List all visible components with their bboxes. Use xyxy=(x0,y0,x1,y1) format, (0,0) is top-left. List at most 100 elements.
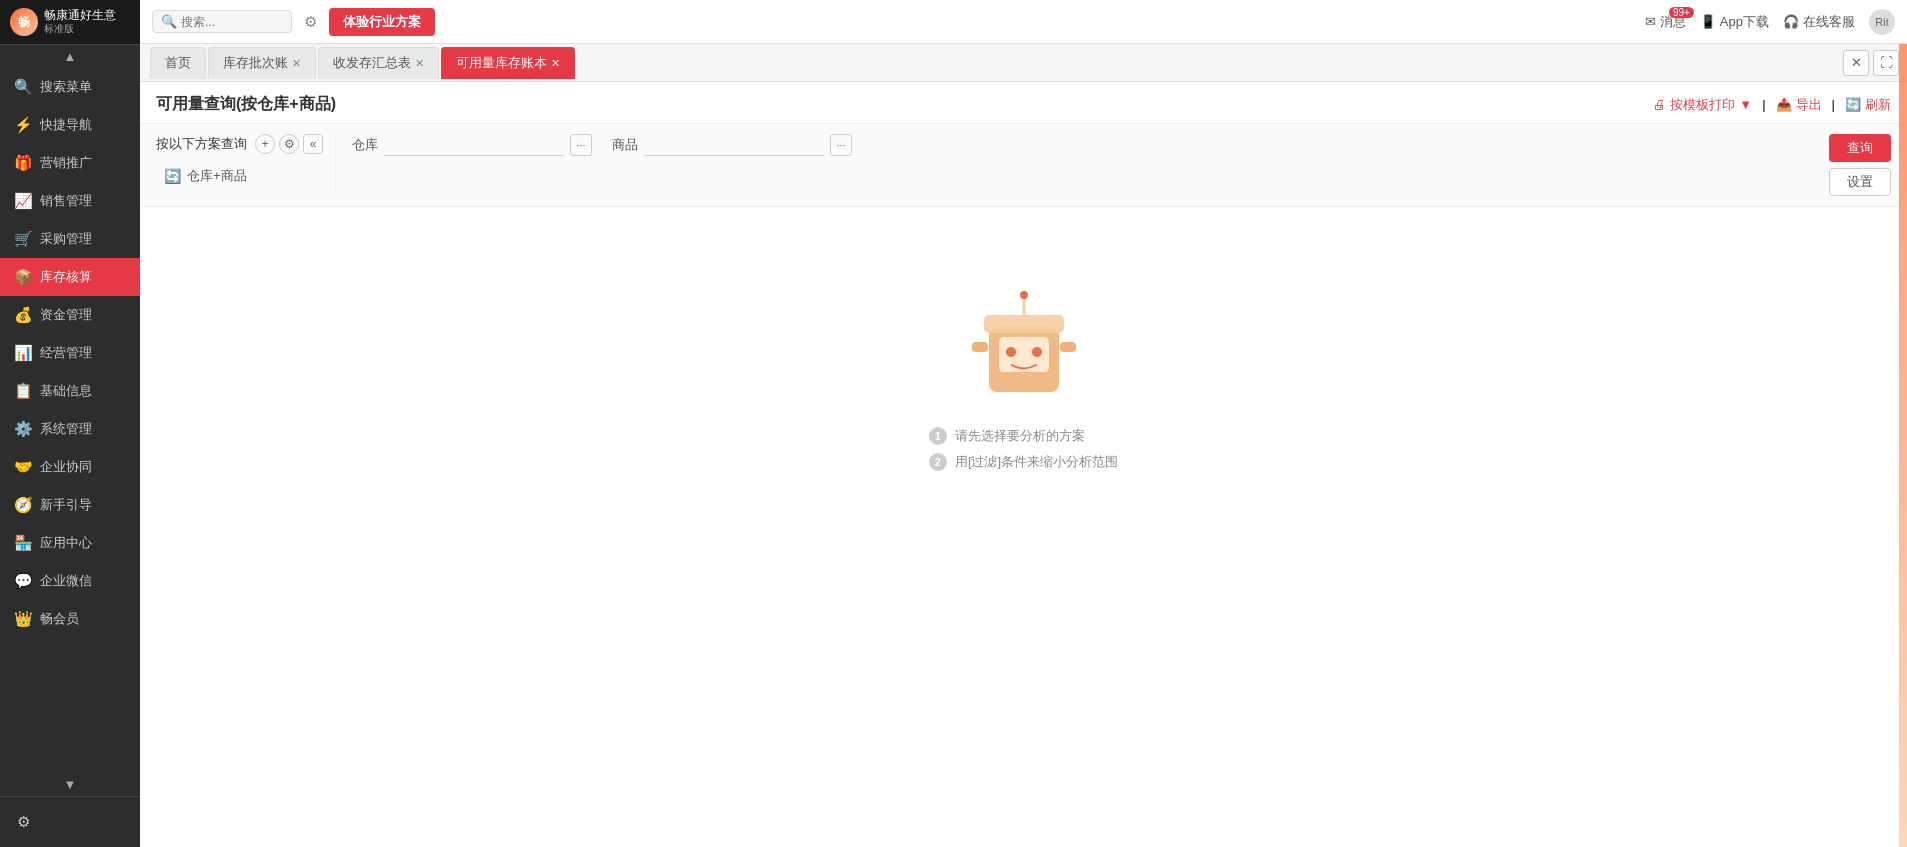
right-scrollbar[interactable] xyxy=(1899,44,1907,847)
messages-badge: 99+ xyxy=(1669,7,1694,18)
tab-batch-account-close[interactable]: ✕ xyxy=(292,57,301,70)
print-dropdown-icon[interactable]: ▼ xyxy=(1739,97,1752,112)
topbar-search-box[interactable]: 🔍 xyxy=(152,10,292,33)
sidebar-item-wechat[interactable]: 💬 企业微信 xyxy=(0,562,140,600)
messages-btn[interactable]: ✉ 消息 99+ xyxy=(1645,13,1686,31)
sidebar-item-label-shortcut: 快捷导航 xyxy=(40,116,92,134)
sidebar-item-settings-bottom[interactable]: ⚙ xyxy=(0,803,140,841)
empty-hint-2: 2 用[过滤]条件来缩小分析范围 xyxy=(929,453,1118,471)
ops-mgmt-icon: 📊 xyxy=(14,344,32,362)
page-content: 可用量查询(按仓库+商品) 🖨 按模板打印 ▼ | 📤 导出 | 🔄 刷新 xyxy=(140,82,1907,847)
empty-state: 1 请先选择要分析的方案 2 用[过滤]条件来缩小分析范围 xyxy=(140,207,1907,551)
sidebar-item-label-basic-info: 基础信息 xyxy=(40,382,92,400)
sidebar-item-inventory[interactable]: 📦 库存核算 xyxy=(0,258,140,296)
svg-rect-5 xyxy=(972,342,988,352)
warehouse-more-btn[interactable]: ··· xyxy=(570,134,592,156)
hint-num-1: 1 xyxy=(929,427,947,445)
headset-icon: 🎧 xyxy=(1783,14,1799,29)
purchase-mgmt-icon: 🛒 xyxy=(14,230,32,248)
print-label: 按模板打印 xyxy=(1670,96,1735,114)
export-btn[interactable]: 📤 导出 xyxy=(1776,96,1822,114)
sidebar-item-enterprise-coop[interactable]: 🤝 企业协同 xyxy=(0,448,140,486)
query-button[interactable]: 查询 xyxy=(1829,134,1891,162)
scroll-down-btn[interactable]: ▼ xyxy=(0,773,140,796)
print-btn[interactable]: 🖨 按模板打印 ▼ xyxy=(1653,96,1752,114)
shortcut-icon: ⚡ xyxy=(14,116,32,134)
app-center-icon: 🏪 xyxy=(14,534,32,552)
search-input[interactable] xyxy=(181,15,281,29)
tab-receive-summary-close[interactable]: ✕ xyxy=(415,57,424,70)
sidebar-item-shortcut[interactable]: ⚡ 快捷导航 xyxy=(0,106,140,144)
system-mgmt-icon: ⚙️ xyxy=(14,420,32,438)
svg-point-8 xyxy=(1020,291,1028,299)
app-download-btn[interactable]: 📱 App下载 xyxy=(1700,13,1769,31)
sidebar-item-sales-mgmt[interactable]: 📈 销售管理 xyxy=(0,182,140,220)
sidebar-item-search[interactable]: 🔍 搜索菜单 xyxy=(0,68,140,106)
app-download-label: App下载 xyxy=(1720,13,1769,31)
empty-hint-1: 1 请先选择要分析的方案 xyxy=(929,427,1118,445)
sidebar-item-label-newbie-guide: 新手引导 xyxy=(40,496,92,514)
sidebar-item-marketing-promo[interactable]: 🎁 营销推广 xyxy=(0,144,140,182)
tab-home[interactable]: 首页 xyxy=(150,47,206,79)
scheme-item-icon: 🔄 xyxy=(164,168,181,184)
sidebar-nav: 🔍 搜索菜单 ⚡ 快捷导航 🎁 营销推广 📈 销售管理 🛒 采购管理 📦 库存核… xyxy=(0,68,140,773)
trial-button[interactable]: 体验行业方案 xyxy=(329,8,435,36)
page-actions: 🖨 按模板打印 ▼ | 📤 导出 | 🔄 刷新 xyxy=(1653,96,1891,114)
refresh-btn[interactable]: 🔄 刷新 xyxy=(1845,96,1891,114)
warehouse-field: 仓库 ··· xyxy=(352,134,592,156)
export-label: 导出 xyxy=(1796,96,1822,114)
scroll-up-btn[interactable]: ▲ xyxy=(0,45,140,68)
vip-icon: 👑 xyxy=(14,610,32,628)
scheme-collapse-btn[interactable]: « xyxy=(303,134,323,154)
product-input[interactable] xyxy=(644,134,824,156)
sales-mgmt-icon: 📈 xyxy=(14,192,32,210)
app-info: 畅康通好生意 标准版 xyxy=(44,8,116,36)
settings-button[interactable]: 设置 xyxy=(1829,168,1891,196)
svg-rect-6 xyxy=(1060,342,1076,352)
tab-available-qty-close[interactable]: ✕ xyxy=(551,57,560,70)
sidebar-item-label-search: 搜索菜单 xyxy=(40,78,92,96)
page-title: 可用量查询(按仓库+商品) xyxy=(156,94,336,115)
svg-point-3 xyxy=(1006,347,1016,357)
sidebar-item-label-system-mgmt: 系统管理 xyxy=(40,420,92,438)
finance-icon: 💰 xyxy=(14,306,32,324)
sidebar-item-app-center[interactable]: 🏪 应用中心 xyxy=(0,524,140,562)
tab-receive-summary[interactable]: 收发存汇总表 ✕ xyxy=(318,47,439,79)
tab-available-qty[interactable]: 可用量库存账本 ✕ xyxy=(441,47,575,79)
sidebar-item-ops-mgmt[interactable]: 📊 经营管理 xyxy=(0,334,140,372)
sidebar-item-system-mgmt[interactable]: ⚙️ 系统管理 xyxy=(0,410,140,448)
sidebar-item-label-app-center: 应用中心 xyxy=(40,534,92,552)
scheme-add-btn[interactable]: + xyxy=(255,134,275,154)
warehouse-input[interactable] xyxy=(384,134,564,156)
topbar-gear-icon[interactable]: ⚙ xyxy=(300,9,321,35)
print-icon: 🖨 xyxy=(1653,97,1666,112)
product-more-btn[interactable]: ··· xyxy=(830,134,852,156)
svg-rect-1 xyxy=(984,315,1064,333)
app-logo: 畅 xyxy=(10,8,38,36)
main-area: 🔍 ⚙ 体验行业方案 ✉ 消息 99+ 📱 App下载 🎧 在线客服 Rit xyxy=(140,0,1907,847)
tab-maximize-btn[interactable]: ⛶ xyxy=(1873,50,1899,76)
svg-point-4 xyxy=(1032,347,1042,357)
sidebar-item-vip[interactable]: 👑 畅会员 xyxy=(0,600,140,638)
separator-2: | xyxy=(1832,97,1835,112)
scheme-item-warehouse-product[interactable]: 🔄 仓库+商品 xyxy=(156,162,323,190)
scheme-config-btn[interactable]: ⚙ xyxy=(279,134,299,154)
sidebar-item-finance[interactable]: 💰 资金管理 xyxy=(0,296,140,334)
tab-close-btn[interactable]: ✕ xyxy=(1843,50,1869,76)
sidebar-item-label-vip: 畅会员 xyxy=(40,610,79,628)
message-icon: ✉ xyxy=(1645,14,1656,29)
user-avatar-btn[interactable]: Rit xyxy=(1869,9,1895,35)
tab-batch-account[interactable]: 库存批次账 ✕ xyxy=(208,47,316,79)
online-support-btn[interactable]: 🎧 在线客服 xyxy=(1783,13,1855,31)
sidebar-item-purchase-mgmt[interactable]: 🛒 采购管理 xyxy=(0,220,140,258)
sidebar-header: 畅 畅康通好生意 标准版 xyxy=(0,0,140,45)
product-field: 商品 ··· xyxy=(612,134,852,156)
online-support-label: 在线客服 xyxy=(1803,13,1855,31)
sidebar-item-basic-info[interactable]: 📋 基础信息 xyxy=(0,372,140,410)
sidebar-item-newbie-guide[interactable]: 🧭 新手引导 xyxy=(0,486,140,524)
separator-1: | xyxy=(1762,97,1765,112)
inventory-icon: 📦 xyxy=(14,268,32,286)
marketing-promo-icon: 🎁 xyxy=(14,154,32,172)
query-area: 按以下方案查询 + ⚙ « 🔄 仓库+商品 仓库 ··· xyxy=(140,124,1907,207)
wechat-icon: 💬 xyxy=(14,572,32,590)
